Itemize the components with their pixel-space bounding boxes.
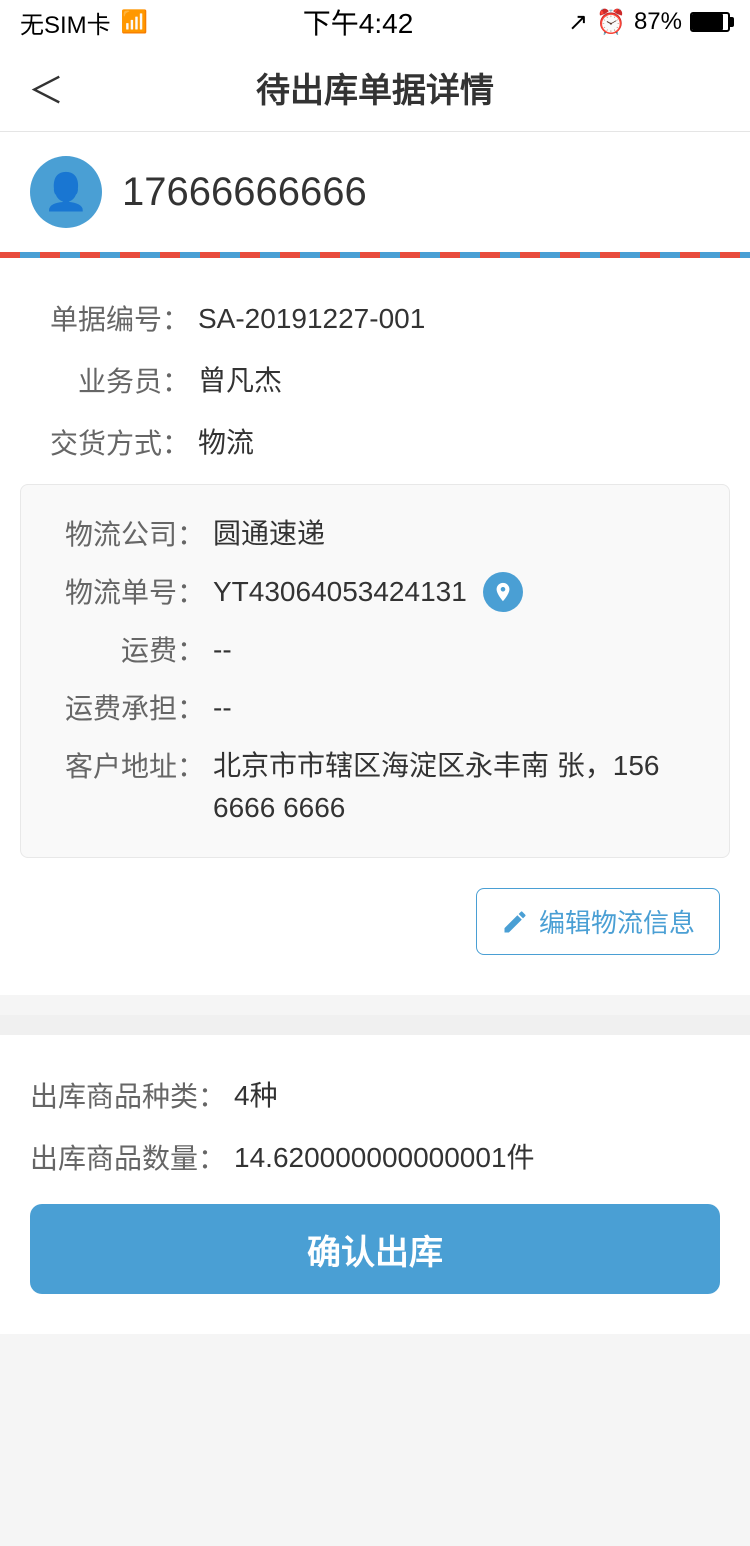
section-separator xyxy=(0,1015,750,1035)
nav-bar: ＜ 待出库单据详情 xyxy=(0,44,750,132)
logistics-card: 物流公司： 圆通速递 物流单号： YT43064053424131 运费： --… xyxy=(20,484,730,858)
tracking-number-value: YT43064053424131 xyxy=(213,571,467,613)
document-number-row: 单据编号： SA-20191227-001 xyxy=(0,288,750,350)
freight-bearer-label: 运费承担： xyxy=(45,687,205,727)
sales-rep-label: 业务员： xyxy=(30,360,190,400)
page-title: 待出库单据详情 xyxy=(256,63,494,112)
edit-btn-container: 编辑物流信息 xyxy=(0,868,750,965)
sales-rep-value: 曾凡杰 xyxy=(198,360,720,402)
address-label: 客户地址： xyxy=(45,745,205,785)
back-button[interactable]: ＜ xyxy=(28,62,64,114)
confirm-outbound-button[interactable]: 确认出库 xyxy=(30,1204,720,1294)
logistics-company-label: 物流公司： xyxy=(45,513,205,553)
customer-header: 👤 17666666666 xyxy=(0,132,750,252)
sales-rep-row: 业务员： 曾凡杰 xyxy=(0,350,750,412)
edit-icon xyxy=(501,908,529,936)
tracking-number-container: YT43064053424131 xyxy=(213,571,523,613)
avatar: 👤 xyxy=(30,156,102,228)
wifi-icon: 📶 xyxy=(121,9,148,35)
document-number-label: 单据编号： xyxy=(30,298,190,338)
status-right: ↗ ⏰ 87% xyxy=(568,8,730,37)
bottom-bar: 确认出库 xyxy=(0,1184,750,1334)
status-time: 下午4:42 xyxy=(303,2,414,42)
freight-row: 运费： -- xyxy=(21,621,729,679)
document-number-value: SA-20191227-001 xyxy=(198,298,720,340)
delivery-method-row: 交货方式： 物流 xyxy=(0,412,750,474)
customer-phone: 17666666666 xyxy=(122,170,367,215)
delivery-method-label: 交货方式： xyxy=(30,422,190,462)
carrier-label: 无SIM卡 xyxy=(20,5,111,40)
battery-fill xyxy=(692,14,723,30)
blank-area xyxy=(0,1316,750,1546)
goods-type-row: 出库商品种类： 4种 xyxy=(0,1065,750,1127)
location-pin-icon[interactable] xyxy=(483,572,523,612)
map-pin-svg xyxy=(492,581,514,603)
status-left: 无SIM卡 📶 xyxy=(20,5,148,40)
edit-logistics-label: 编辑物流信息 xyxy=(539,903,695,940)
status-bar: 无SIM卡 📶 下午4:42 ↗ ⏰ 87% xyxy=(0,0,750,44)
goods-quantity-label: 出库商品数量： xyxy=(30,1137,226,1177)
freight-value: -- xyxy=(213,629,705,671)
battery-icon xyxy=(690,12,730,32)
battery-percent: 87% xyxy=(634,8,682,36)
tracking-number-row: 物流单号： YT43064053424131 xyxy=(21,563,729,621)
goods-quantity-value: 14.620000000000001件 xyxy=(234,1137,720,1179)
freight-bearer-value: -- xyxy=(213,687,705,729)
person-icon: 👤 xyxy=(44,171,89,213)
logistics-company-row: 物流公司： 圆通速递 xyxy=(21,505,729,563)
address-row: 客户地址： 北京市市辖区海淀区永丰南 张，156 6666 6666 xyxy=(21,737,729,837)
confirm-outbound-label: 确认出库 xyxy=(307,1225,443,1274)
logistics-company-value: 圆通速递 xyxy=(213,513,705,555)
delivery-method-value: 物流 xyxy=(198,422,720,464)
location-status-icon: ↗ xyxy=(568,8,588,37)
edit-logistics-button[interactable]: 编辑物流信息 xyxy=(476,888,720,955)
tracking-number-label: 物流单号： xyxy=(45,571,205,611)
alarm-icon: ⏰ xyxy=(596,8,626,37)
goods-quantity-row: 出库商品数量： 14.620000000000001件 xyxy=(0,1127,750,1189)
goods-type-label: 出库商品种类： xyxy=(30,1075,226,1115)
freight-bearer-row: 运费承担： -- xyxy=(21,679,729,737)
back-icon: ＜ xyxy=(28,62,64,114)
address-value: 北京市市辖区海淀区永丰南 张，156 6666 6666 xyxy=(213,745,705,829)
document-info-section: 单据编号： SA-20191227-001 业务员： 曾凡杰 交货方式： 物流 … xyxy=(0,258,750,995)
goods-type-value: 4种 xyxy=(234,1075,720,1117)
freight-label: 运费： xyxy=(45,629,205,669)
